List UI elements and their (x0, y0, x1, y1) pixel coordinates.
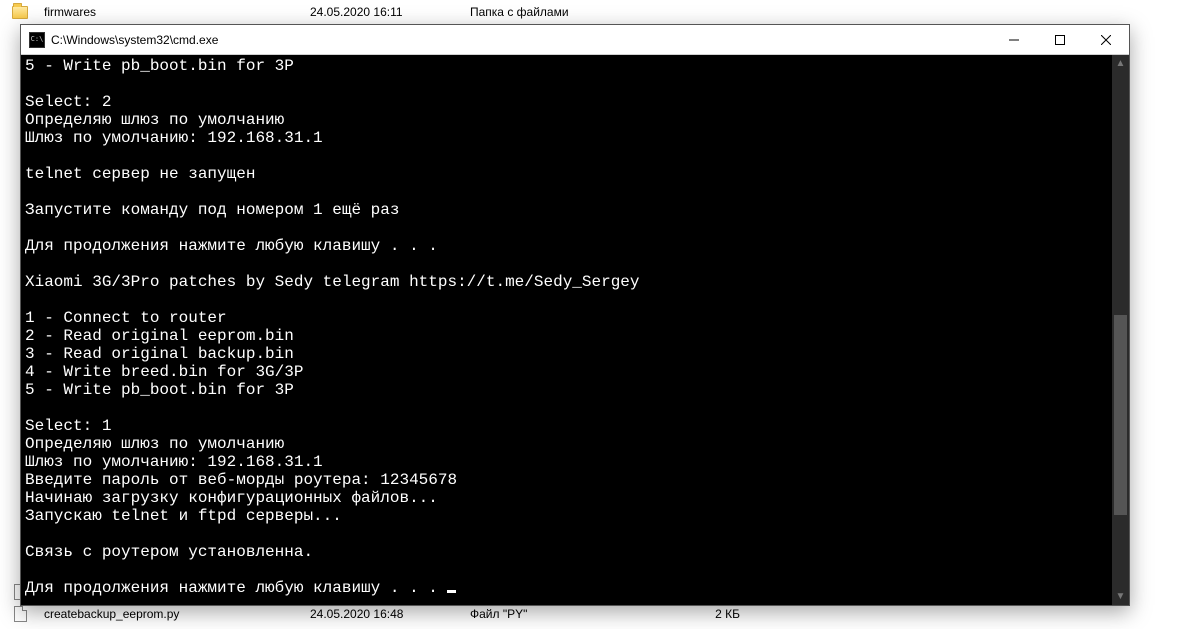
file-type: Файл "PY" (470, 607, 660, 621)
cmd-window: C:\ C:\Windows\system32\cmd.exe 5 - Writ… (20, 24, 1130, 606)
window-title: C:\Windows\system32\cmd.exe (51, 33, 991, 47)
file-row[interactable]: createbackup_eeprom.py 24.05.2020 16:48 … (0, 603, 1200, 625)
file-row[interactable]: firmwares 24.05.2020 16:11 Папка с файла… (0, 1, 1200, 23)
close-button[interactable] (1083, 25, 1129, 55)
file-date: 24.05.2020 16:11 (310, 5, 470, 19)
scroll-down-arrow[interactable]: ▼ (1112, 588, 1129, 605)
file-size: 2 КБ (660, 607, 740, 621)
scroll-up-arrow[interactable]: ▲ (1112, 55, 1129, 72)
file-date: 24.05.2020 16:48 (310, 607, 470, 621)
titlebar[interactable]: C:\ C:\Windows\system32\cmd.exe (21, 25, 1129, 55)
file-name: createbackup_eeprom.py (40, 607, 310, 621)
vertical-scrollbar[interactable]: ▲ ▼ (1112, 55, 1129, 605)
file-icon (14, 606, 27, 622)
cursor (447, 590, 456, 593)
minimize-button[interactable] (991, 25, 1037, 55)
file-type: Папка с файлами (470, 5, 660, 19)
file-name: firmwares (40, 5, 310, 19)
maximize-button[interactable] (1037, 25, 1083, 55)
cmd-app-icon: C:\ (29, 32, 45, 48)
scrollbar-thumb[interactable] (1114, 315, 1127, 515)
folder-icon (12, 6, 28, 19)
terminal-output[interactable]: 5 - Write pb_boot.bin for 3P Select: 2 О… (21, 55, 1129, 605)
